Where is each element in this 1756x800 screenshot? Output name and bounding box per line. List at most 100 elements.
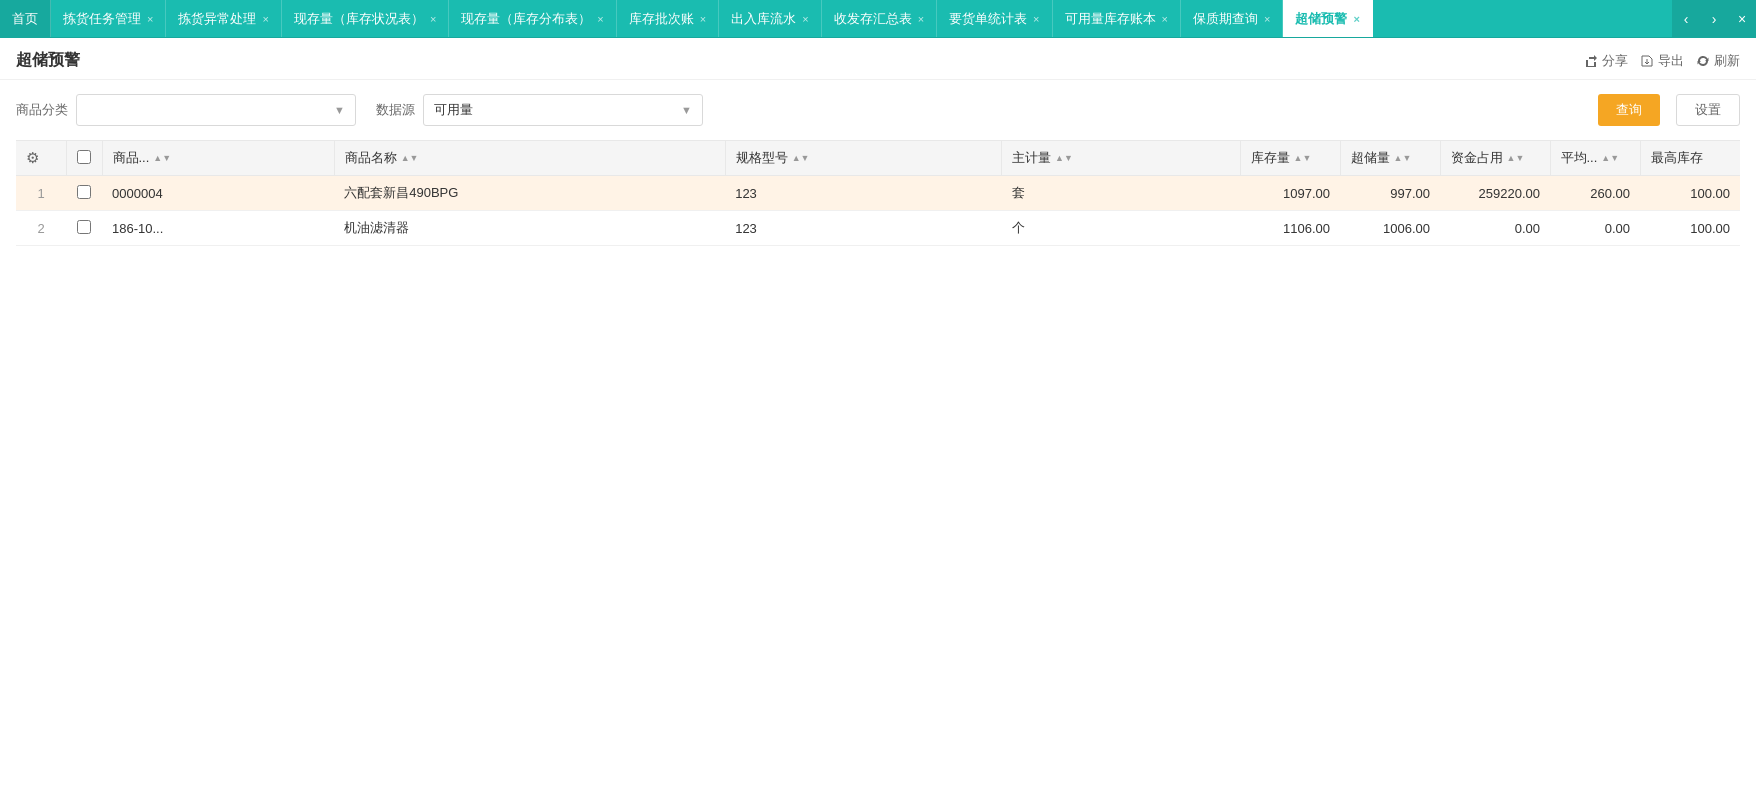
nav-tab-11[interactable]: 超储预警 × (1283, 0, 1372, 38)
nav-tab-5[interactable]: 库存批次账 × (617, 0, 719, 38)
th-spec: 规格型号 ▲▼ (725, 141, 1001, 176)
row-1-select[interactable] (77, 185, 91, 199)
datasource-select[interactable]: 可用量 ▼ (423, 94, 703, 126)
nav-tab-10[interactable]: 保质期查询 × (1181, 0, 1283, 38)
table-wrapper: ⚙ 商品... ▲▼ 商品名称 ▲▼ (0, 140, 1756, 246)
table-body: 1 0000004 六配套新昌490BPG 123 套 1097.00 997.… (16, 176, 1740, 246)
share-icon (1584, 54, 1598, 68)
row-2-avg: 0.00 (1550, 211, 1640, 246)
row-2-capital: 0.00 (1440, 211, 1550, 246)
query-button[interactable]: 查询 (1598, 94, 1660, 126)
refresh-icon (1696, 54, 1710, 68)
th-name: 商品名称 ▲▼ (334, 141, 725, 176)
nav-tab-3[interactable]: 现存量（库存状况表） × (282, 0, 449, 38)
filter-right-group: 查询 设置 (1598, 94, 1740, 126)
select-all-checkbox[interactable] (77, 150, 91, 164)
row-1-capital: 259220.00 (1440, 176, 1550, 211)
nav-tab-home[interactable]: 首页 (0, 0, 51, 38)
nav-arrow-right[interactable]: › (1700, 0, 1728, 38)
row-2-num: 2 (16, 211, 66, 246)
share-button[interactable]: 分享 (1584, 52, 1628, 70)
main-table: ⚙ 商品... ▲▼ 商品名称 ▲▼ (16, 140, 1740, 246)
close-tab-10[interactable]: × (1264, 13, 1270, 25)
row-2-stock: 1106.00 (1240, 211, 1340, 246)
th-over: 超储量 ▲▼ (1340, 141, 1440, 176)
refresh-button[interactable]: 刷新 (1696, 52, 1740, 70)
nav-arrows: ‹ › × (1672, 0, 1756, 38)
th-checkbox (66, 141, 102, 176)
nav-tab-9[interactable]: 可用量库存账本 × (1053, 0, 1181, 38)
th-capital: 资金占用 ▲▼ (1440, 141, 1550, 176)
row-1-checkbox (66, 176, 102, 211)
row-1-name: 六配套新昌490BPG (334, 176, 725, 211)
close-tab-3[interactable]: × (430, 13, 436, 25)
row-2-unit: 个 (1002, 211, 1240, 246)
close-tab-2[interactable]: × (262, 13, 268, 25)
row-2-select[interactable] (77, 220, 91, 234)
category-select[interactable]: ▼ (76, 94, 356, 126)
row-1-unit: 套 (1002, 176, 1240, 211)
row-1-num: 1 (16, 176, 66, 211)
sort-icon-unit[interactable]: ▲▼ (1055, 153, 1073, 163)
row-1-maxstock: 100.00 (1640, 176, 1740, 211)
row-2-spec: 123 (725, 211, 1001, 246)
nav-tab-6[interactable]: 出入库流水 × (719, 0, 821, 38)
nav-tab-4[interactable]: 现存量（库存分布表） × (449, 0, 616, 38)
settings-button[interactable]: 设置 (1676, 94, 1740, 126)
gear-button[interactable]: ⚙ (26, 149, 39, 167)
header-actions: 分享 导出 刷新 (1584, 52, 1740, 70)
row-1-avg: 260.00 (1550, 176, 1640, 211)
sort-icon-name[interactable]: ▲▼ (401, 153, 419, 163)
page-header: 超储预警 分享 导出 刷新 (0, 38, 1756, 80)
filter-area: 商品分类 ▼ 数据源 可用量 ▼ 查询 设置 (0, 80, 1756, 140)
close-tab-4[interactable]: × (597, 13, 603, 25)
th-maxstock: 最高库存 (1640, 141, 1740, 176)
row-2-maxstock: 100.00 (1640, 211, 1740, 246)
th-unit: 主计量 ▲▼ (1002, 141, 1240, 176)
close-tab-11[interactable]: × (1353, 13, 1359, 25)
nav-tab-8[interactable]: 要货单统计表 × (937, 0, 1052, 38)
top-nav: 首页 拣货任务管理 × 拣货异常处理 × 现存量（库存状况表） × 现存量（库存… (0, 0, 1756, 38)
chevron-down-icon: ▼ (334, 104, 345, 116)
row-2-code: 186-10... (102, 211, 334, 246)
th-code: 商品... ▲▼ (102, 141, 334, 176)
nav-tab-1[interactable]: 拣货任务管理 × (51, 0, 166, 38)
nav-arrow-left[interactable]: ‹ (1672, 0, 1700, 38)
nav-arrow-close[interactable]: × (1728, 0, 1756, 38)
export-button[interactable]: 导出 (1640, 52, 1684, 70)
sort-icon-code[interactable]: ▲▼ (153, 153, 171, 163)
row-1-stock: 1097.00 (1240, 176, 1340, 211)
nav-tab-2[interactable]: 拣货异常处理 × (166, 0, 281, 38)
export-icon (1640, 54, 1654, 68)
close-tab-6[interactable]: × (802, 13, 808, 25)
filter-datasource: 数据源 可用量 ▼ (376, 94, 703, 126)
row-1-over: 997.00 (1340, 176, 1440, 211)
th-gear: ⚙ (16, 141, 66, 176)
close-tab-1[interactable]: × (147, 13, 153, 25)
sort-icon-stock[interactable]: ▲▼ (1294, 153, 1312, 163)
close-tab-8[interactable]: × (1033, 13, 1039, 25)
th-stock: 库存量 ▲▼ (1240, 141, 1340, 176)
row-2-name: 机油滤清器 (334, 211, 725, 246)
th-avg: 平均... ▲▼ (1550, 141, 1640, 176)
row-1-code: 0000004 (102, 176, 334, 211)
datasource-chevron-icon: ▼ (681, 104, 692, 116)
datasource-value: 可用量 (434, 101, 473, 119)
close-tab-5[interactable]: × (700, 13, 706, 25)
close-tab-9[interactable]: × (1162, 13, 1168, 25)
table-header-row: ⚙ 商品... ▲▼ 商品名称 ▲▼ (16, 141, 1740, 176)
row-1-spec: 123 (725, 176, 1001, 211)
filter-category: 商品分类 ▼ (16, 94, 356, 126)
sort-icon-capital[interactable]: ▲▼ (1507, 153, 1525, 163)
row-2-over: 1006.00 (1340, 211, 1440, 246)
nav-tab-7[interactable]: 收发存汇总表 × (822, 0, 937, 38)
table-row: 2 186-10... 机油滤清器 123 个 1106.00 1006.00 … (16, 211, 1740, 246)
table-row: 1 0000004 六配套新昌490BPG 123 套 1097.00 997.… (16, 176, 1740, 211)
row-2-checkbox (66, 211, 102, 246)
sort-icon-spec[interactable]: ▲▼ (792, 153, 810, 163)
page-title: 超储预警 (16, 50, 80, 71)
close-tab-7[interactable]: × (918, 13, 924, 25)
sort-icon-over[interactable]: ▲▼ (1394, 153, 1412, 163)
category-label: 商品分类 (16, 101, 68, 119)
sort-icon-avg[interactable]: ▲▼ (1601, 153, 1619, 163)
